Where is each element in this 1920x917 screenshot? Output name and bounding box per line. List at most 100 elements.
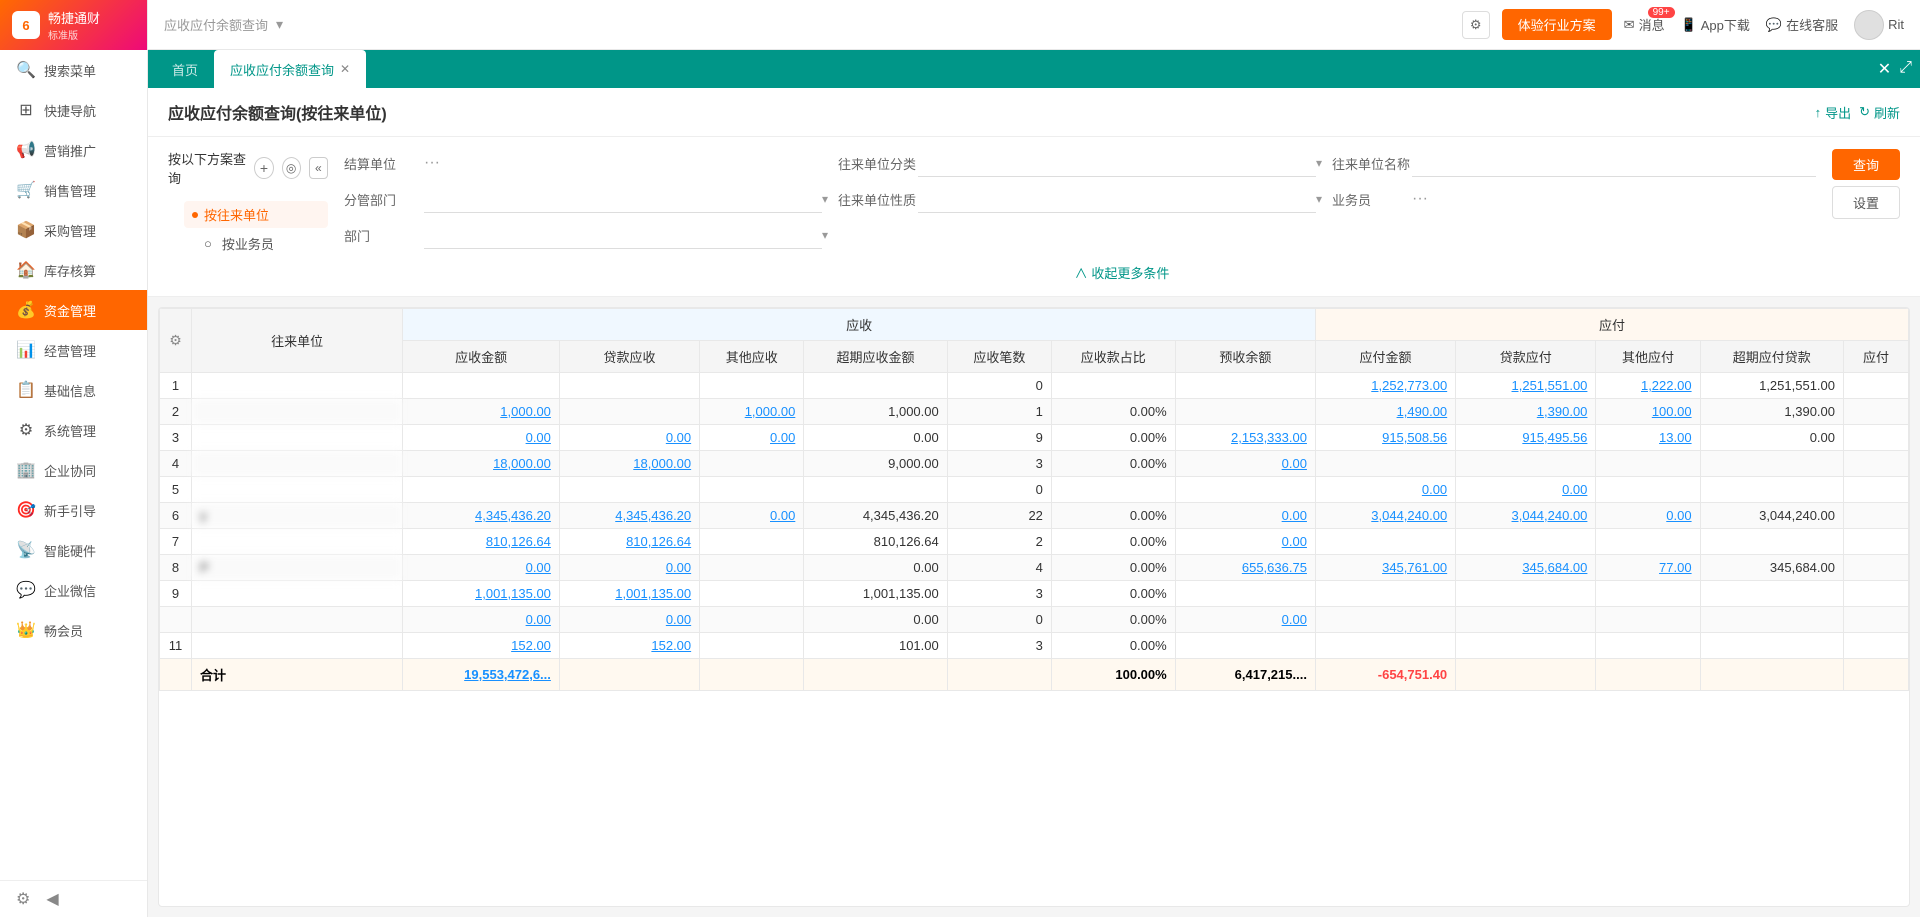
other-ar-cell[interactable] (700, 633, 804, 659)
dept-input[interactable] (424, 221, 822, 249)
loan-ar-cell[interactable]: 1,001,135.00 (559, 581, 699, 607)
sidebar-item-enterprise[interactable]: 🏢 企业协同 (0, 450, 147, 490)
loan-ap-cell[interactable]: 1,251,551.00 (1456, 373, 1596, 399)
setting-button[interactable]: 设置 (1832, 186, 1900, 219)
other-ar-cell[interactable]: 0.00 (700, 425, 804, 451)
ap-amount-cell[interactable] (1315, 451, 1455, 477)
filter-scheme-by-salesperson[interactable]: ○ 按业务员 (184, 230, 328, 257)
collapse-more-button[interactable]: ∧ 收起更多条件 (344, 257, 1900, 288)
sidebar-item-inventory[interactable]: 🏠 库存核算 (0, 250, 147, 290)
ar-amount-cell[interactable]: 810,126.64 (403, 529, 560, 555)
message-button[interactable]: ✉ 消息 99+ (1624, 15, 1665, 34)
other-ap-cell[interactable] (1596, 451, 1700, 477)
loan-ap-cell[interactable] (1456, 581, 1596, 607)
pre-balance-cell[interactable]: 655,636.75 (1175, 555, 1315, 581)
settlement-unit-dots[interactable]: ··· (424, 154, 440, 172)
sidebar-item-purchase[interactable]: 📦 采购管理 (0, 210, 147, 250)
other-ap-cell[interactable]: 0.00 (1596, 503, 1700, 529)
other-ap-cell[interactable] (1596, 581, 1700, 607)
user-area[interactable]: Rit (1854, 10, 1904, 40)
partner-name-input[interactable] (1412, 149, 1816, 177)
dept-manage-dropdown[interactable]: ▾ (822, 192, 828, 206)
other-ar-cell[interactable] (700, 607, 804, 633)
tab-home[interactable]: 首页 (156, 50, 214, 88)
pre-balance-cell[interactable]: 0.00 (1175, 529, 1315, 555)
other-ar-cell[interactable]: 1,000.00 (700, 399, 804, 425)
partner-nature-input[interactable] (918, 185, 1316, 213)
loan-ar-cell[interactable]: 0.00 (559, 555, 699, 581)
filter-scheme-by-partner[interactable]: 按往来单位 (184, 201, 328, 228)
ar-amount-cell[interactable] (403, 477, 560, 503)
ar-amount-cell[interactable]: 4,345,436.20 (403, 503, 560, 529)
loan-ap-cell[interactable]: 1,390.00 (1456, 399, 1596, 425)
app-download-button[interactable]: 📱 App下载 (1681, 15, 1750, 34)
loan-ap-cell[interactable] (1456, 607, 1596, 633)
loan-ar-cell[interactable] (559, 399, 699, 425)
ar-amount-cell[interactable]: 152.00 (403, 633, 560, 659)
window-maximize-icon[interactable]: ⤢ (1899, 59, 1912, 79)
loan-ap-cell[interactable] (1456, 529, 1596, 555)
other-ap-cell[interactable] (1596, 607, 1700, 633)
loan-ar-cell[interactable]: 810,126.64 (559, 529, 699, 555)
loan-ar-cell[interactable]: 18,000.00 (559, 451, 699, 477)
loan-ar-cell[interactable]: 0.00 (559, 425, 699, 451)
partner-category-input[interactable] (918, 149, 1316, 177)
other-ap-cell[interactable]: 1,222.00 (1596, 373, 1700, 399)
settings-bottom-icon[interactable]: ⚙ (16, 889, 30, 909)
ap-amount-cell[interactable]: 1,252,773.00 (1315, 373, 1455, 399)
ar-amount-cell[interactable]: 0.00 (403, 425, 560, 451)
pre-balance-cell[interactable] (1175, 633, 1315, 659)
loan-ar-cell[interactable] (559, 477, 699, 503)
sidebar-item-operations[interactable]: 📊 经营管理 (0, 330, 147, 370)
ar-amount-cell[interactable]: 0.00 (403, 555, 560, 581)
other-ar-cell[interactable] (700, 529, 804, 555)
other-ar-cell[interactable]: 0.00 (700, 503, 804, 529)
window-close-icon[interactable]: ✕ (1878, 59, 1891, 79)
breadcrumb-dropdown-icon[interactable]: ▾ (276, 16, 283, 33)
pre-balance-cell[interactable] (1175, 477, 1315, 503)
dept-dropdown[interactable]: ▾ (822, 228, 828, 242)
footer-ar-amount[interactable]: 19,553,472,6... (403, 659, 560, 691)
pre-balance-cell[interactable]: 0.00 (1175, 503, 1315, 529)
loan-ar-cell[interactable] (559, 373, 699, 399)
loan-ar-cell[interactable]: 4,345,436.20 (559, 503, 699, 529)
sidebar-item-hardware[interactable]: 📡 智能硬件 (0, 530, 147, 570)
ar-amount-cell[interactable]: 1,001,135.00 (403, 581, 560, 607)
sidebar-item-system[interactable]: ⚙ 系统管理 (0, 410, 147, 450)
loan-ar-cell[interactable]: 152.00 (559, 633, 699, 659)
pre-balance-cell[interactable]: 2,153,333.00 (1175, 425, 1315, 451)
other-ar-cell[interactable] (700, 581, 804, 607)
sidebar-item-wechat[interactable]: 💬 企业微信 (0, 570, 147, 610)
sidebar-item-sales[interactable]: 🛒 销售管理 (0, 170, 147, 210)
other-ap-cell[interactable]: 77.00 (1596, 555, 1700, 581)
ar-amount-cell[interactable]: 18,000.00 (403, 451, 560, 477)
sidebar-item-marketing[interactable]: 📢 营销推广 (0, 130, 147, 170)
ap-amount-cell[interactable] (1315, 607, 1455, 633)
ar-amount-cell[interactable] (403, 373, 560, 399)
collapse-sidebar-icon[interactable]: ◀ (46, 889, 58, 909)
pre-balance-cell[interactable]: 0.00 (1175, 607, 1315, 633)
filter-collapse-button[interactable]: « (309, 157, 328, 179)
table-gear-header[interactable]: ⚙ (160, 309, 192, 373)
loan-ap-cell[interactable]: 345,684.00 (1456, 555, 1596, 581)
other-ar-cell[interactable] (700, 555, 804, 581)
online-service-button[interactable]: 💬 在线客服 (1766, 15, 1838, 34)
salesperson-dots[interactable]: ··· (1412, 190, 1428, 208)
other-ap-cell[interactable]: 13.00 (1596, 425, 1700, 451)
loan-ap-cell[interactable]: 0.00 (1456, 477, 1596, 503)
other-ap-cell[interactable] (1596, 633, 1700, 659)
ap-amount-cell[interactable] (1315, 581, 1455, 607)
refresh-button[interactable]: ↻ 刷新 (1859, 103, 1900, 122)
filter-template-button[interactable]: ◎ (282, 157, 301, 179)
ap-amount-cell[interactable] (1315, 633, 1455, 659)
settings-gear-button[interactable]: ⚙ (1462, 11, 1490, 39)
sidebar-item-base[interactable]: 📋 基础信息 (0, 370, 147, 410)
partner-category-dropdown-icon[interactable]: ▾ (1316, 156, 1322, 170)
ar-amount-cell[interactable]: 1,000.00 (403, 399, 560, 425)
dept-manage-input[interactable] (424, 185, 822, 213)
sidebar-item-guide[interactable]: 🎯 新手引导 (0, 490, 147, 530)
loan-ap-cell[interactable] (1456, 451, 1596, 477)
ap-amount-cell[interactable]: 915,508.56 (1315, 425, 1455, 451)
other-ap-cell[interactable] (1596, 529, 1700, 555)
other-ar-cell[interactable] (700, 373, 804, 399)
